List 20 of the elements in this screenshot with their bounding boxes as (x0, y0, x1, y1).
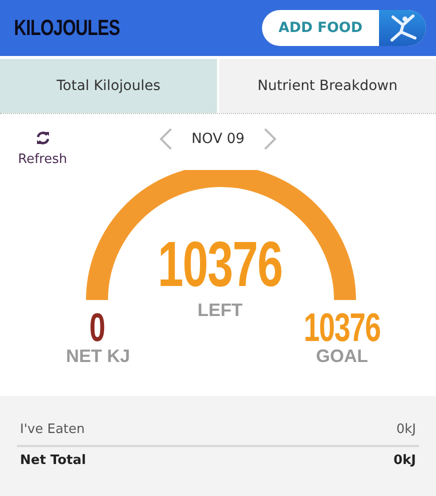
summary-label: Net Total (20, 453, 86, 468)
tab[interactable]: Nutrient Breakdown (219, 59, 436, 113)
remaining-value: 10376 (158, 232, 282, 296)
date-label: NOV 09 (191, 131, 245, 147)
remaining-label: LEFT (198, 300, 242, 321)
goal-value: 10376 (304, 308, 380, 348)
figure-icon (379, 10, 426, 46)
refresh-button[interactable]: Refresh (18, 130, 68, 167)
summary-label: I've Eaten (20, 422, 85, 437)
next-day-button[interactable] (262, 128, 277, 150)
net-label: NET KJ (66, 346, 130, 367)
page-title: KILOJOULES (14, 15, 120, 41)
goal-label: GOAL (316, 346, 368, 367)
tab[interactable]: Total Kilojoules (0, 59, 217, 113)
add-food-button[interactable]: ADD FOOD (262, 10, 426, 46)
net-value: 0 (89, 308, 105, 348)
summary-value: 0kJ (393, 453, 416, 468)
refresh-icon (34, 130, 51, 146)
summary-value: 0kJ (396, 422, 416, 437)
previous-day-button[interactable] (159, 128, 174, 150)
